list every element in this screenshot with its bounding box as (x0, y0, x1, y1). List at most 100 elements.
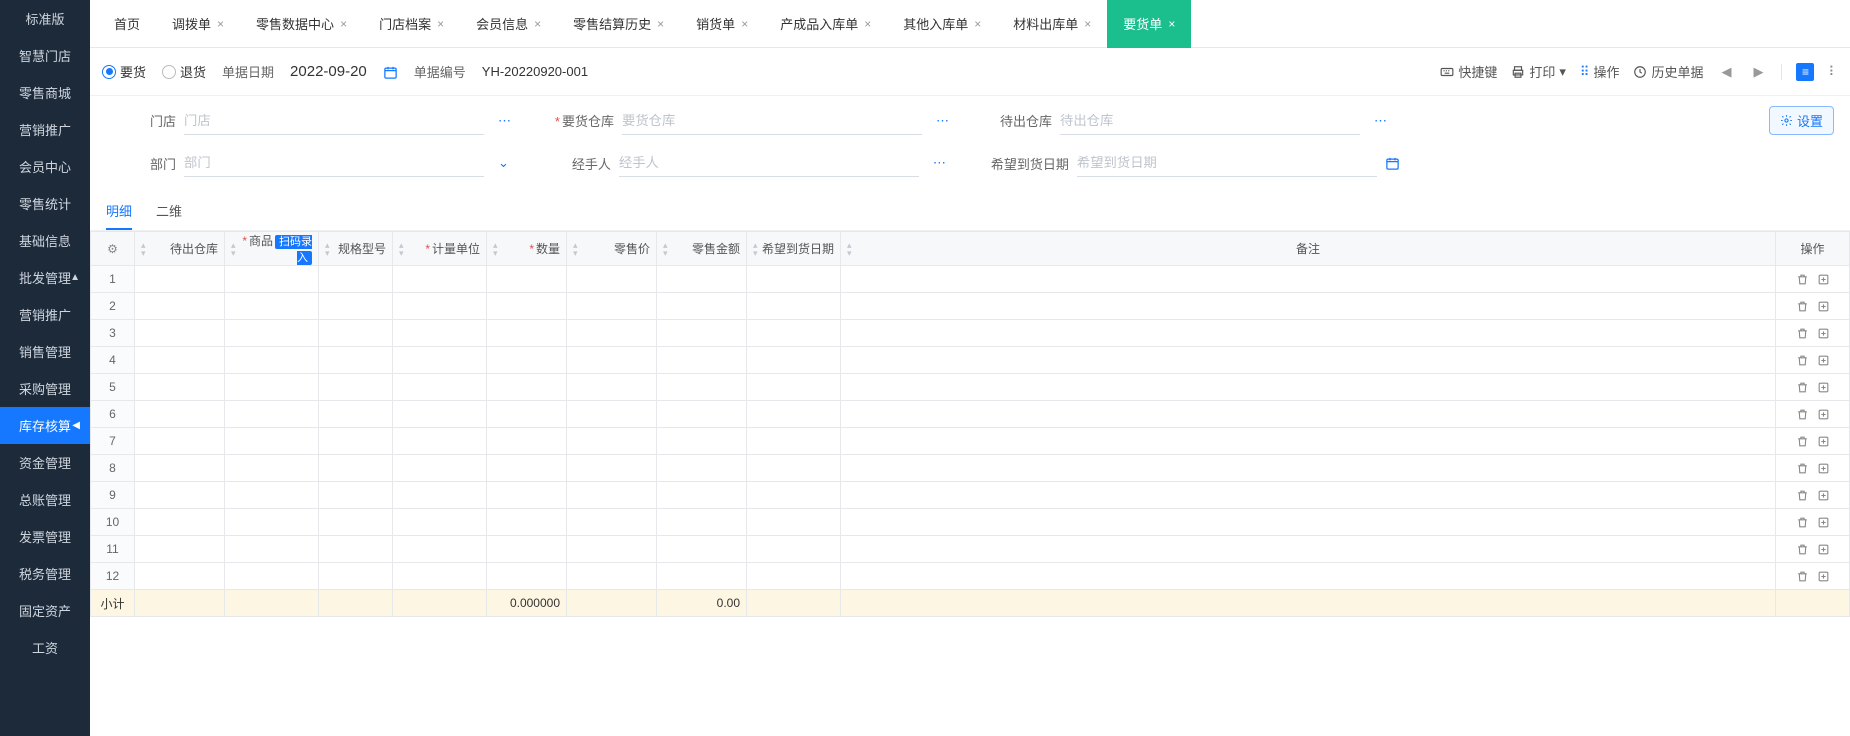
doc-date-value[interactable]: 2022-09-20 (290, 63, 367, 80)
sidebar-item[interactable]: 发票管理 (0, 518, 90, 555)
store-input[interactable] (184, 107, 484, 135)
sidebar-item[interactable]: 采购管理 (0, 370, 90, 407)
page-tab[interactable]: 零售数据中心× (240, 0, 363, 48)
delete-row-icon[interactable] (1796, 353, 1809, 367)
calendar-icon[interactable] (383, 63, 398, 79)
more-icon[interactable]: ⠇ (1828, 64, 1838, 80)
add-row-icon[interactable] (1817, 272, 1830, 286)
col-expect[interactable]: ▴▾希望到货日期 (747, 232, 841, 266)
table-row[interactable]: 7 (91, 428, 1850, 455)
shortcut-button[interactable]: 快捷键 (1440, 62, 1497, 81)
col-gear[interactable]: ⚙ (91, 232, 135, 266)
sidebar-item[interactable]: 智慧门店 (0, 37, 90, 74)
history-button[interactable]: 历史单据 (1633, 62, 1703, 81)
tab-detail[interactable]: 明细 (106, 201, 132, 230)
sidebar-item[interactable]: 销售管理 (0, 333, 90, 370)
add-row-icon[interactable] (1817, 353, 1830, 367)
sidebar-item[interactable]: 营销推广 (0, 111, 90, 148)
sidebar-item[interactable]: 库存核算◀ (0, 407, 90, 444)
table-row[interactable]: 9 (91, 482, 1850, 509)
expect-input[interactable] (1077, 149, 1377, 177)
store-lookup-icon[interactable]: ⋯ (498, 113, 512, 129)
sidebar-item[interactable]: 工资 (0, 629, 90, 666)
radio-require[interactable]: 要货 (102, 62, 146, 81)
page-tab[interactable]: 门店档案× (363, 0, 460, 48)
outwh-input[interactable] (1060, 107, 1360, 135)
table-row[interactable]: 12 (91, 563, 1850, 590)
add-row-icon[interactable] (1817, 542, 1830, 556)
add-row-icon[interactable] (1817, 434, 1830, 448)
sidebar-item[interactable]: 税务管理 (0, 555, 90, 592)
page-tab[interactable]: 调拨单× (156, 0, 240, 48)
page-tab[interactable]: 产成品入库单× (764, 0, 887, 48)
add-row-icon[interactable] (1817, 488, 1830, 502)
col-outwh[interactable]: ▴▾待出仓库 (135, 232, 225, 266)
close-icon[interactable]: × (974, 17, 981, 31)
close-icon[interactable]: × (741, 17, 748, 31)
delete-row-icon[interactable] (1796, 380, 1809, 394)
operate-button[interactable]: ⠿ 操作 (1580, 62, 1620, 81)
table-row[interactable]: 6 (91, 401, 1850, 428)
close-icon[interactable]: × (340, 17, 347, 31)
col-note[interactable]: ▴▾备注 (841, 232, 1776, 266)
close-icon[interactable]: × (657, 17, 664, 31)
reqwh-lookup-icon[interactable]: ⋯ (936, 113, 950, 129)
page-tab[interactable]: 材料出库单× (997, 0, 1107, 48)
expect-calendar-icon[interactable] (1385, 155, 1400, 171)
dept-input[interactable] (184, 149, 484, 177)
close-icon[interactable]: × (1168, 17, 1175, 31)
col-price[interactable]: ▴▾零售价 (567, 232, 657, 266)
table-row[interactable]: 11 (91, 536, 1850, 563)
page-tab[interactable]: 首页 (98, 0, 156, 48)
sidebar-item[interactable]: 资金管理 (0, 444, 90, 481)
add-row-icon[interactable] (1817, 569, 1830, 583)
delete-row-icon[interactable] (1796, 542, 1809, 556)
delete-row-icon[interactable] (1796, 434, 1809, 448)
handler-input[interactable] (619, 149, 919, 177)
col-unit[interactable]: ▴▾*计量单位 (393, 232, 487, 266)
table-row[interactable]: 4 (91, 347, 1850, 374)
close-icon[interactable]: × (1084, 17, 1091, 31)
page-tab[interactable]: 其他入库单× (887, 0, 997, 48)
add-row-icon[interactable] (1817, 515, 1830, 529)
add-row-icon[interactable] (1817, 407, 1830, 421)
table-row[interactable]: 5 (91, 374, 1850, 401)
sidebar-item[interactable]: 批发管理▲ (0, 259, 90, 296)
handler-lookup-icon[interactable]: ⋯ (933, 155, 947, 171)
sidebar-item[interactable]: 零售商城 (0, 74, 90, 111)
sidebar-item[interactable]: 基础信息 (0, 222, 90, 259)
sidebar-item[interactable]: 会员中心 (0, 148, 90, 185)
table-row[interactable]: 1 (91, 266, 1850, 293)
sidebar-item[interactable]: 固定资产 (0, 592, 90, 629)
delete-row-icon[interactable] (1796, 407, 1809, 421)
page-tab[interactable]: 零售结算历史× (557, 0, 680, 48)
radio-return[interactable]: 退货 (162, 62, 206, 81)
page-tab[interactable]: 要货单× (1107, 0, 1191, 48)
page-tab[interactable]: 销货单× (680, 0, 764, 48)
page-tab[interactable]: 会员信息× (460, 0, 557, 48)
print-button[interactable]: 打印 ▾ (1511, 62, 1566, 81)
sidebar-item[interactable]: 标准版 (0, 0, 90, 37)
scan-badge[interactable]: 扫码录入 (275, 235, 312, 265)
table-row[interactable]: 8 (91, 455, 1850, 482)
add-row-icon[interactable] (1817, 326, 1830, 340)
settings-button[interactable]: 设置 (1769, 106, 1834, 135)
sidebar-item[interactable]: 营销推广 (0, 296, 90, 333)
close-icon[interactable]: × (437, 17, 444, 31)
col-qty[interactable]: ▴▾*数量 (487, 232, 567, 266)
outwh-lookup-icon[interactable]: ⋯ (1374, 113, 1388, 129)
dept-chevron-icon[interactable]: ⌄ (498, 155, 509, 171)
close-icon[interactable]: × (217, 17, 224, 31)
sidebar-item[interactable]: 总账管理 (0, 481, 90, 518)
table-row[interactable]: 3 (91, 320, 1850, 347)
prev-doc-button[interactable]: ◀ (1717, 64, 1735, 80)
delete-row-icon[interactable] (1796, 569, 1809, 583)
close-icon[interactable]: × (534, 17, 541, 31)
close-icon[interactable]: × (864, 17, 871, 31)
table-row[interactable]: 2 (91, 293, 1850, 320)
add-row-icon[interactable] (1817, 461, 1830, 475)
delete-row-icon[interactable] (1796, 272, 1809, 286)
delete-row-icon[interactable] (1796, 326, 1809, 340)
col-product[interactable]: ▴▾*商品扫码录入 (225, 232, 319, 266)
sidebar-item[interactable]: 零售统计 (0, 185, 90, 222)
